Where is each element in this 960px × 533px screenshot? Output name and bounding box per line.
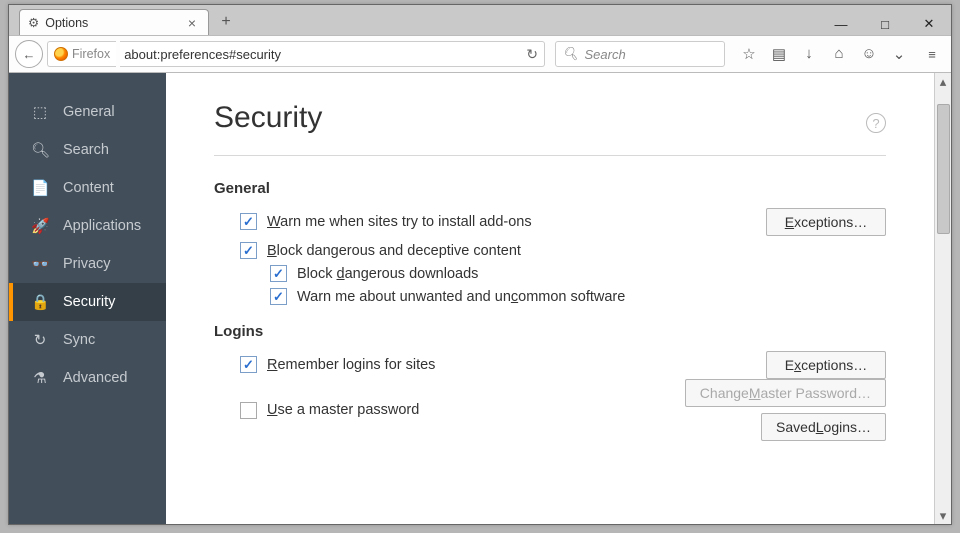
sidebar-item-label: Privacy	[63, 256, 111, 272]
preferences-main: Security ? General ✓ Warn me when sites …	[166, 73, 934, 524]
sidebar-item-search[interactable]: 🔍︎ Search	[9, 131, 166, 169]
tab-title: Options	[45, 16, 88, 30]
window-minimize[interactable]: —	[819, 13, 863, 35]
url-bar[interactable]: about:preferences#security ↻	[120, 41, 545, 67]
checkbox-checked-icon[interactable]: ✓	[240, 213, 257, 230]
section-heading-logins: Logins	[214, 323, 886, 340]
section-heading-general: General	[214, 180, 886, 197]
scroll-up-arrow-icon[interactable]: ▴	[935, 73, 951, 90]
exceptions-button-logins[interactable]: Exceptions…Exceptions…	[766, 351, 886, 379]
sidebar-item-label: General	[63, 104, 115, 120]
general-icon: ⬚	[31, 103, 49, 121]
maximize-icon: □	[881, 17, 889, 32]
checkbox-checked-icon[interactable]: ✓	[270, 288, 287, 305]
sidebar-item-label: Applications	[63, 218, 141, 234]
browser-tab-options[interactable]: ⚙ Options ×	[19, 9, 209, 35]
content-icon: 📄	[31, 179, 49, 197]
refresh-icon[interactable]: ↻	[526, 46, 538, 63]
window-controls: — □ ✕	[819, 13, 951, 35]
advanced-icon: ⚗	[31, 369, 49, 387]
option-warn-unwanted[interactable]: ✓ Warn me about unwanted and uncommon so…	[214, 288, 886, 305]
option-label: Block dangerous and deceptive content	[267, 243, 521, 259]
sidebar-item-label: Security	[63, 294, 115, 310]
security-icon: 🔒	[31, 293, 49, 311]
checkbox-checked-icon[interactable]: ✓	[240, 356, 257, 373]
window-close[interactable]: ✕	[907, 13, 951, 35]
option-label: Warn me about unwanted and uncommon soft…	[297, 289, 625, 305]
search-bar[interactable]: 🔍︎ Search	[555, 41, 725, 67]
hamburger-menu[interactable]: ≡	[919, 41, 945, 67]
help-icon[interactable]: ?	[866, 113, 886, 133]
library-icon[interactable]: ▤	[771, 45, 787, 63]
plus-icon: +	[221, 13, 230, 31]
new-tab-button[interactable]: +	[211, 9, 241, 35]
checkbox-unchecked-icon[interactable]: ✓	[240, 402, 257, 419]
saved-logins-button[interactable]: Saved Logins…Saved Logins…	[761, 413, 886, 441]
sidebar-item-label: Content	[63, 180, 114, 196]
option-label: Block dangerous downloads	[297, 266, 478, 282]
back-arrow-icon: ←	[23, 47, 36, 62]
firefox-label: Firefox	[72, 47, 110, 61]
change-master-password-button: Change Master Password…Change Master Pas…	[685, 379, 886, 407]
search-icon: 🔍︎	[562, 46, 579, 62]
exceptions-button-general[interactable]: Exceptions…Exceptions…	[766, 208, 886, 236]
sidebar-item-privacy[interactable]: 👓 Privacy	[9, 245, 166, 283]
sidebar-item-general[interactable]: ⬚ General	[9, 93, 166, 131]
applications-icon: 🚀	[31, 217, 49, 235]
tab-close-icon[interactable]: ×	[184, 15, 200, 31]
title-bar: ⚙ Options × + — □ ✕	[9, 5, 951, 35]
option-label: Remember logins for sites	[267, 357, 435, 373]
option-remember-logins[interactable]: ✓ Remember logins for sites Remember log…	[214, 356, 435, 373]
option-warn-install[interactable]: ✓ Warn me when sites try to install add-…	[214, 213, 532, 230]
downloads-icon[interactable]: ↓	[801, 45, 817, 63]
scroll-thumb[interactable]	[937, 104, 950, 234]
option-block-downloads[interactable]: ✓ Block dangerous downloads Block danger…	[214, 265, 886, 282]
preferences-sidebar: ⬚ General 🔍︎ Search 📄 Content 🚀 Applicat…	[9, 73, 166, 524]
option-master-password[interactable]: ✓ Use a master password Use a master pas…	[214, 402, 419, 419]
content-area: ⬚ General 🔍︎ Search 📄 Content 🚀 Applicat…	[9, 73, 951, 524]
feedback-icon[interactable]: ☺	[861, 45, 877, 63]
back-button[interactable]: ←	[15, 40, 43, 68]
search-placeholder: Search	[585, 47, 626, 62]
window-maximize[interactable]: □	[863, 13, 907, 35]
home-icon[interactable]: ⌂	[831, 45, 847, 63]
tab-strip: ⚙ Options × +	[19, 5, 241, 35]
menu-icon: ≡	[928, 47, 936, 62]
url-text: about:preferences#security	[124, 47, 281, 62]
page-title: Security	[214, 101, 322, 135]
checkbox-checked-icon[interactable]: ✓	[270, 265, 287, 282]
vertical-scrollbar[interactable]: ▴ ▾	[934, 73, 951, 524]
sidebar-item-label: Sync	[63, 332, 95, 348]
app-window: ⚙ Options × + — □ ✕ ← Firefox about:pref…	[8, 4, 952, 525]
scroll-down-arrow-icon[interactable]: ▾	[935, 507, 951, 524]
minimize-icon: —	[835, 17, 848, 32]
identity-box[interactable]: Firefox	[47, 41, 116, 67]
option-label: Use a master password	[267, 402, 419, 418]
sidebar-item-label: Advanced	[63, 370, 128, 386]
sidebar-item-content[interactable]: 📄 Content	[9, 169, 166, 207]
sidebar-item-security[interactable]: 🔒 Security	[9, 283, 166, 321]
gear-icon: ⚙	[28, 15, 39, 30]
scroll-track[interactable]	[935, 90, 951, 507]
sync-icon: ↻	[31, 331, 49, 349]
sidebar-item-sync[interactable]: ↻ Sync	[9, 321, 166, 359]
sidebar-item-label: Search	[63, 142, 109, 158]
privacy-icon: 👓	[31, 255, 49, 273]
sidebar-item-applications[interactable]: 🚀 Applications	[9, 207, 166, 245]
pocket-icon[interactable]: ⌄	[891, 45, 907, 63]
checkbox-checked-icon[interactable]: ✓	[240, 242, 257, 259]
close-icon: ✕	[924, 16, 935, 32]
option-label: Warn me when sites try to install add-on…	[267, 214, 532, 230]
search-icon: 🔍︎	[31, 141, 49, 159]
title-divider	[214, 155, 886, 156]
firefox-logo-icon	[54, 47, 68, 61]
nav-toolbar: ← Firefox about:preferences#security ↻ 🔍…	[9, 35, 951, 73]
option-block-deceptive[interactable]: ✓ Block dangerous and deceptive content …	[214, 242, 886, 259]
sidebar-item-advanced[interactable]: ⚗ Advanced	[9, 359, 166, 397]
bookmark-star-icon[interactable]: ☆	[741, 45, 757, 63]
toolbar-icons: ☆ ▤ ↓ ⌂ ☺ ⌄	[741, 45, 907, 63]
question-mark-icon: ?	[872, 116, 879, 131]
